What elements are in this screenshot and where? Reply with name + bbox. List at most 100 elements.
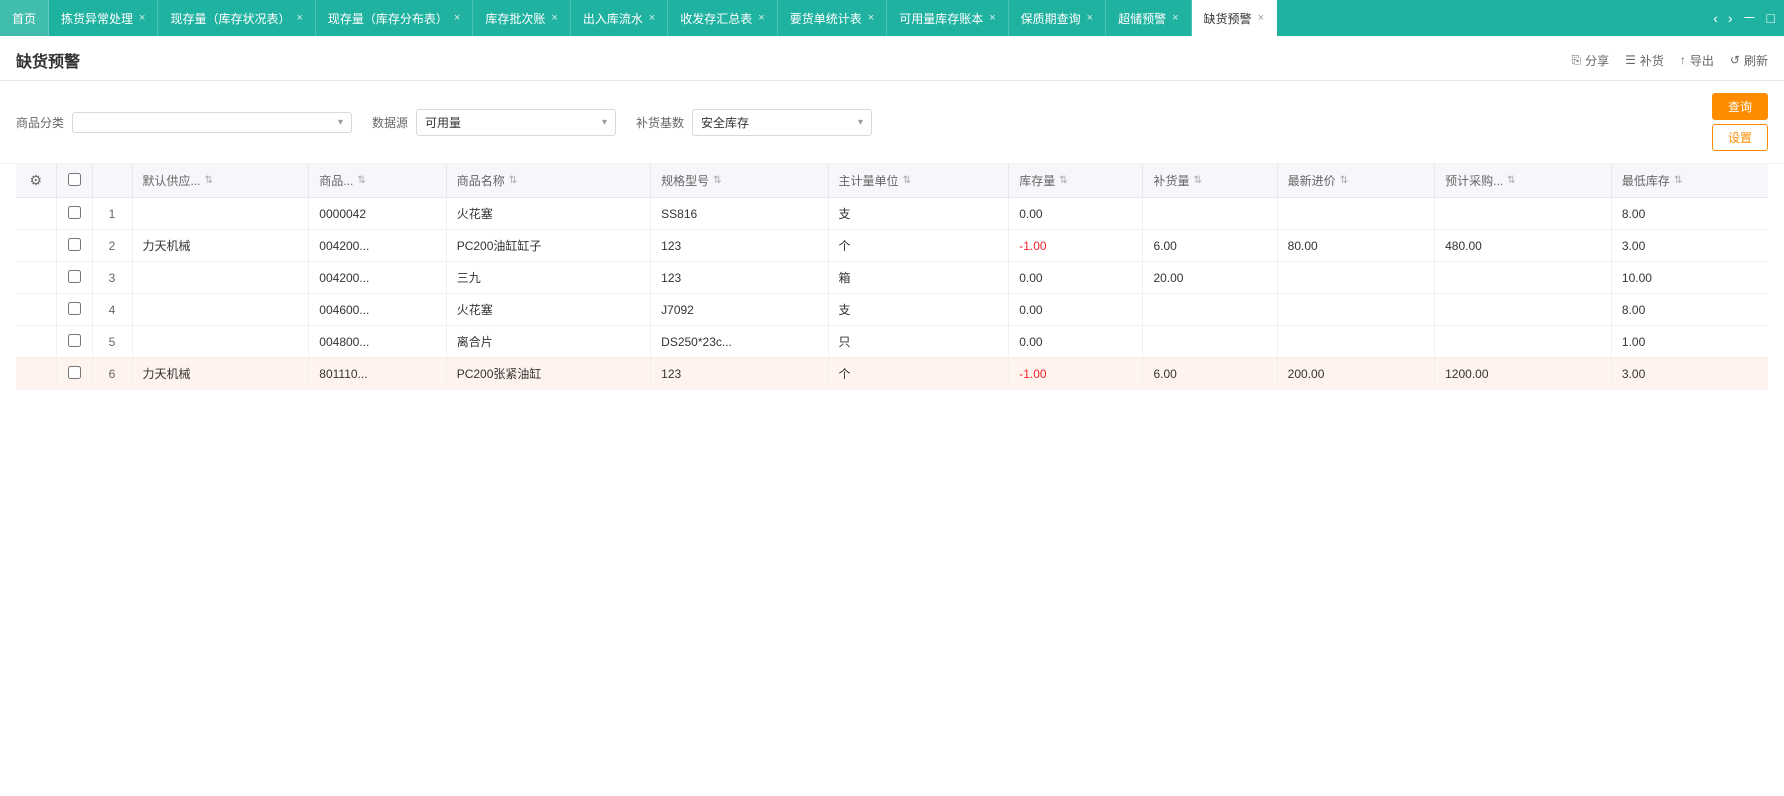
th-spec: 规格型号 ⇅ — [651, 164, 828, 198]
row-supplier-4 — [132, 326, 309, 358]
category-select[interactable]: ▾ — [72, 112, 352, 133]
row-checkbox-1[interactable] — [68, 238, 81, 251]
share-button[interactable]: ⎘ 分享 — [1572, 52, 1610, 69]
tab-prev-button[interactable]: ‹ — [1708, 8, 1723, 28]
tab-close-9[interactable]: × — [1087, 12, 1093, 24]
estimated-sort-icon[interactable]: ⇅ — [1507, 175, 1515, 186]
row-check-4 — [56, 326, 92, 358]
code-sort-icon[interactable]: ⇅ — [357, 175, 365, 186]
row-estimated-4 — [1435, 326, 1612, 358]
replenish-base-value: 安全库存 — [701, 114, 749, 131]
datasource-filter-group: 数据源 可用量 ▾ — [372, 109, 616, 136]
table-row: 5 004800... 离合片 DS250*23c... 只 0.00 1.00 — [16, 326, 1768, 358]
row-spec-5: 123 — [651, 358, 828, 390]
row-settings-5 — [16, 358, 56, 390]
tab-close-6[interactable]: × — [758, 12, 764, 24]
min-stock-sort-icon[interactable]: ⇅ — [1674, 175, 1682, 186]
row-checkbox-5[interactable] — [68, 366, 81, 379]
tab-minimize-button[interactable]: － — [1738, 6, 1762, 30]
row-code-3: 004600... — [309, 294, 446, 326]
refresh-button[interactable]: ↺ 刷新 — [1730, 52, 1768, 69]
th-num — [92, 164, 132, 198]
row-price-1: 80.00 — [1277, 230, 1434, 262]
stock-sort-icon[interactable]: ⇅ — [1059, 175, 1067, 186]
tab-close-10[interactable]: × — [1172, 12, 1178, 24]
row-checkbox-3[interactable] — [68, 302, 81, 315]
tab-item-0[interactable]: 首页 — [0, 0, 49, 36]
tab-maximize-button[interactable]: □ — [1762, 8, 1780, 28]
row-checkbox-2[interactable] — [68, 270, 81, 283]
tab-close-4[interactable]: × — [551, 12, 557, 24]
tab-item-8[interactable]: 可用量库存账本× — [887, 0, 1008, 36]
tab-label-9: 保质期查询 — [1021, 10, 1081, 27]
th-product-name: 商品名称 ⇅ — [446, 164, 650, 198]
row-spec-2: 123 — [651, 262, 828, 294]
unit-sort-icon[interactable]: ⇅ — [903, 175, 911, 186]
row-checkbox-0[interactable] — [68, 206, 81, 219]
page-header: 缺货预警 ⎘ 分享 ☰ 补货 ↑ 导出 ↺ 刷新 — [0, 36, 1784, 81]
tab-item-9[interactable]: 保质期查询 × — [1009, 0, 1106, 36]
action-buttons: 查询 设置 — [1712, 93, 1768, 151]
row-settings-1 — [16, 230, 56, 262]
select-all-checkbox[interactable] — [68, 173, 81, 186]
replenish-base-select[interactable]: 安全库存 ▾ — [692, 109, 872, 136]
tab-item-2[interactable]: 现存量（库存状况表）× — [158, 0, 315, 36]
supplier-sort-icon[interactable]: ⇅ — [205, 175, 213, 186]
datasource-select[interactable]: 可用量 ▾ — [416, 109, 616, 136]
tab-item-11[interactable]: 缺货预警 × — [1192, 0, 1277, 36]
row-stock-0: 0.00 — [1009, 198, 1143, 230]
row-num-0: 1 — [92, 198, 132, 230]
replenish-button[interactable]: ☰ 补货 — [1625, 52, 1664, 69]
tab-close-11[interactable]: × — [1258, 12, 1264, 24]
export-button[interactable]: ↑ 导出 — [1680, 52, 1714, 69]
row-code-0: 0000042 — [309, 198, 446, 230]
replenish-base-chevron-icon: ▾ — [858, 117, 863, 128]
tab-item-3[interactable]: 现存量（库存分布表）× — [316, 0, 473, 36]
settings-button[interactable]: 设置 — [1712, 124, 1768, 151]
tab-close-5[interactable]: × — [649, 12, 655, 24]
tab-close-8[interactable]: × — [989, 12, 995, 24]
name-sort-icon[interactable]: ⇅ — [509, 175, 517, 186]
tab-item-5[interactable]: 出入库流水× — [571, 0, 668, 36]
datasource-chevron-icon: ▾ — [602, 117, 607, 128]
table-gear-icon[interactable]: ⚙ — [29, 172, 42, 188]
share-icon: ⎘ — [1572, 53, 1582, 68]
spec-sort-icon[interactable]: ⇅ — [713, 175, 721, 186]
th-check — [56, 164, 92, 198]
th-estimated-purchase: 预计采购... ⇅ — [1435, 164, 1612, 198]
th-stock: 库存量 ⇅ — [1009, 164, 1143, 198]
row-min-stock-3: 8.00 — [1611, 294, 1768, 326]
replenish-icon: ☰ — [1625, 53, 1636, 67]
tab-next-button[interactable]: › — [1723, 8, 1738, 28]
query-button[interactable]: 查询 — [1712, 93, 1768, 120]
tab-item-10[interactable]: 超储预警 × — [1106, 0, 1191, 36]
tab-close-2[interactable]: × — [296, 12, 302, 24]
row-checkbox-4[interactable] — [68, 334, 81, 347]
tab-item-7[interactable]: 要货单统计表× — [778, 0, 887, 36]
replenish-base-filter-group: 补货基数 安全库存 ▾ — [636, 109, 872, 136]
row-unit-2: 箱 — [828, 262, 1009, 294]
tab-label-6: 收发存汇总表 — [680, 10, 752, 27]
tab-label-4: 库存批次账 — [485, 10, 545, 27]
tab-item-6[interactable]: 收发存汇总表 × — [668, 0, 777, 36]
price-sort-icon[interactable]: ⇅ — [1340, 175, 1348, 186]
tab-label-10: 超储预警 — [1118, 10, 1166, 27]
row-supplier-1: 力天机械 — [132, 230, 309, 262]
table-row: 6 力天机械 801110... PC200张紧油缸 123 个 -1.00 6… — [16, 358, 1768, 390]
row-supplier-2 — [132, 262, 309, 294]
row-settings-4 — [16, 326, 56, 358]
row-price-0 — [1277, 198, 1434, 230]
table-row: 1 0000042 火花塞 SS816 支 0.00 8.00 — [16, 198, 1768, 230]
export-icon: ↑ — [1680, 53, 1686, 67]
tab-close-3[interactable]: × — [454, 12, 460, 24]
tab-item-4[interactable]: 库存批次账 × — [473, 0, 570, 36]
tab-item-1[interactable]: 拣货异常处理× — [49, 0, 158, 36]
row-check-1 — [56, 230, 92, 262]
replenish-sort-icon[interactable]: ⇅ — [1193, 175, 1201, 186]
tab-close-7[interactable]: × — [868, 12, 874, 24]
row-num-4: 5 — [92, 326, 132, 358]
tab-close-1[interactable]: × — [139, 12, 145, 24]
row-code-5: 801110... — [309, 358, 446, 390]
row-code-1: 004200... — [309, 230, 446, 262]
tab-label-11: 缺货预警 — [1204, 10, 1252, 27]
